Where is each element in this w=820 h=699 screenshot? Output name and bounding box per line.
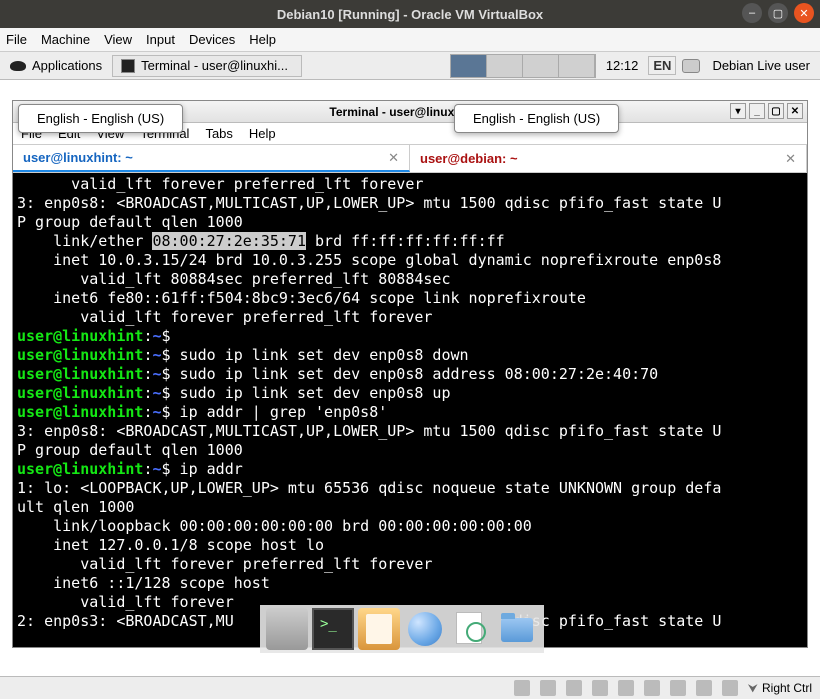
- workspace-4[interactable]: [559, 55, 595, 77]
- term-menu-tabs[interactable]: Tabs: [205, 126, 232, 141]
- vb-menu-machine[interactable]: Machine: [41, 32, 90, 47]
- language-tooltip-left: English - English (US): [18, 104, 183, 133]
- vb-menu-help[interactable]: Help: [249, 32, 276, 47]
- vb-recording-icon[interactable]: [696, 680, 712, 696]
- vb-menu-view[interactable]: View: [104, 32, 132, 47]
- notification-icon[interactable]: [682, 59, 700, 73]
- close-button[interactable]: ✕: [794, 3, 814, 23]
- chevron-down-icon: ⮟: [748, 681, 758, 696]
- terminal-tab-bar: user@linuxhint: ~ ✕ user@debian: ~ ✕: [13, 145, 807, 173]
- dock: [260, 605, 544, 653]
- taskbar-item-label: Terminal - user@linuxhi...: [141, 58, 288, 73]
- dock-item-home-folder[interactable]: [496, 608, 538, 650]
- workspace-2[interactable]: [487, 55, 523, 77]
- user-menu[interactable]: Debian Live user: [706, 58, 816, 73]
- applications-label: Applications: [32, 58, 102, 73]
- terminal-maximize-button[interactable]: ▢: [768, 103, 784, 119]
- vb-shared-folder-icon[interactable]: [644, 680, 660, 696]
- debian-logo-icon: [8, 57, 28, 75]
- taskbar-item-terminal[interactable]: Terminal - user@linuxhi...: [112, 55, 302, 77]
- workspace-switcher[interactable]: [450, 54, 596, 78]
- terminal-window: Terminal - user@linuxhint: ~ ▾ _ ▢ ✕ Fil…: [12, 100, 808, 648]
- vb-usb-icon[interactable]: [618, 680, 634, 696]
- host-key-indicator[interactable]: ⮟ Right Ctrl: [748, 681, 812, 696]
- term-menu-help[interactable]: Help: [249, 126, 276, 141]
- vb-menu-file[interactable]: File: [6, 32, 27, 47]
- virtualbox-title: Debian10 [Running] - Oracle VM VirtualBo…: [277, 7, 543, 22]
- terminal-content[interactable]: valid_lft forever preferred_lft forever3…: [13, 173, 807, 647]
- terminal-shade-button[interactable]: ▾: [730, 103, 746, 119]
- vb-menu-devices[interactable]: Devices: [189, 32, 235, 47]
- vb-network-icon[interactable]: [592, 680, 608, 696]
- vb-hard-disk-icon[interactable]: [514, 680, 530, 696]
- terminal-icon: [121, 59, 135, 73]
- terminal-tab-1-close-icon[interactable]: ✕: [388, 150, 399, 166]
- dock-item-terminal[interactable]: [312, 608, 354, 650]
- terminal-tab-1-label: user@linuxhint: ~: [23, 150, 133, 165]
- terminal-minimize-button[interactable]: _: [749, 103, 765, 119]
- vb-audio-icon[interactable]: [566, 680, 582, 696]
- dock-item-app-finder[interactable]: [450, 608, 492, 650]
- terminal-tab-1[interactable]: user@linuxhint: ~ ✕: [13, 145, 410, 172]
- vb-display-icon[interactable]: [670, 680, 686, 696]
- language-tooltip-right: English - English (US): [454, 104, 619, 133]
- terminal-close-button[interactable]: ✕: [787, 103, 803, 119]
- keyboard-layout-indicator[interactable]: EN: [648, 56, 676, 75]
- terminal-tab-2-close-icon[interactable]: ✕: [785, 151, 796, 167]
- virtualbox-menubar: File Machine View Input Devices Help: [0, 28, 820, 52]
- dock-item-show-desktop[interactable]: [266, 608, 308, 650]
- workspace-1[interactable]: [451, 55, 487, 77]
- virtualbox-statusbar: ⮟ Right Ctrl: [0, 676, 820, 699]
- maximize-button[interactable]: ▢: [768, 3, 788, 23]
- applications-menu-button[interactable]: Applications: [4, 55, 106, 77]
- vb-menu-input[interactable]: Input: [146, 32, 175, 47]
- clock[interactable]: 12:12: [602, 58, 643, 73]
- vb-optical-icon[interactable]: [540, 680, 556, 696]
- terminal-tab-2[interactable]: user@debian: ~ ✕: [410, 145, 807, 172]
- minimize-button[interactable]: –: [742, 3, 762, 23]
- dock-item-file-manager[interactable]: [358, 608, 400, 650]
- virtualbox-titlebar: Debian10 [Running] - Oracle VM VirtualBo…: [0, 0, 820, 28]
- host-key-label: Right Ctrl: [762, 681, 812, 695]
- workspace-3[interactable]: [523, 55, 559, 77]
- xfce-panel: Applications Terminal - user@linuxhi... …: [0, 52, 820, 80]
- dock-item-web-browser[interactable]: [404, 608, 446, 650]
- vb-cpu-icon[interactable]: [722, 680, 738, 696]
- terminal-tab-2-label: user@debian: ~: [420, 151, 518, 166]
